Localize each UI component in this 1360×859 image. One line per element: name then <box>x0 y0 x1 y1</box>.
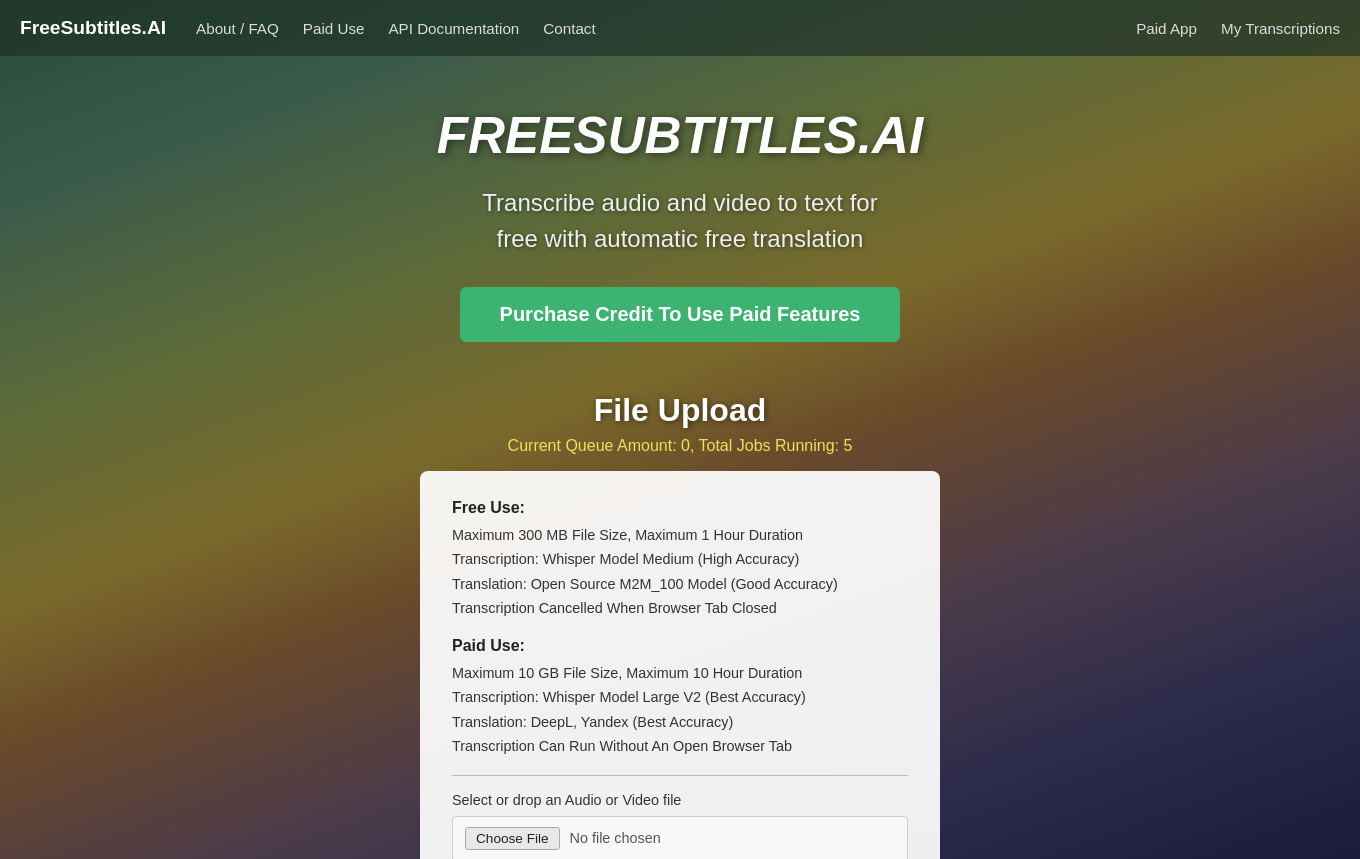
cta-purchase-button[interactable]: Purchase Credit To Use Paid Features <box>460 287 901 342</box>
hero-subtitle: Transcribe audio and video to text for f… <box>20 185 1340 257</box>
paid-use-detail-3: Translation: DeepL, Yandex (Best Accurac… <box>452 710 908 734</box>
file-upload-title: File Upload <box>20 392 1340 429</box>
nav-my-transcriptions[interactable]: My Transcriptions <box>1221 20 1340 37</box>
hero-subtitle-line1: Transcribe audio and video to text for <box>482 189 877 216</box>
paid-use-heading: Paid Use: <box>452 637 908 655</box>
navbar: FreeSubtitles.AI About / FAQ Paid Use AP… <box>0 0 1360 56</box>
free-use-detail-3: Translation: Open Source M2M_100 Model (… <box>452 572 908 596</box>
free-use-detail-2: Transcription: Whisper Model Medium (Hig… <box>452 547 908 571</box>
file-input-wrapper[interactable]: Choose File No file chosen <box>452 816 908 859</box>
file-upload-section: File Upload Current Queue Amount: 0, Tot… <box>0 372 1360 859</box>
divider <box>452 775 908 776</box>
brand-link[interactable]: FreeSubtitles.AI <box>20 17 166 39</box>
free-use-detail-4: Transcription Cancelled When Browser Tab… <box>452 596 908 620</box>
nav-api-docs[interactable]: API Documentation <box>388 20 519 37</box>
paid-use-detail-4: Transcription Can Run Without An Open Br… <box>452 734 908 758</box>
queue-info: Current Queue Amount: 0, Total Jobs Runn… <box>20 437 1340 455</box>
free-use-details: Maximum 300 MB File Size, Maximum 1 Hour… <box>452 523 908 621</box>
hero-section: FREESUBTITLES.AI Transcribe audio and vi… <box>0 56 1360 372</box>
nav-links-left: About / FAQ Paid Use API Documentation C… <box>196 20 1136 37</box>
upload-card: Free Use: Maximum 300 MB File Size, Maxi… <box>420 471 940 859</box>
nav-about[interactable]: About / FAQ <box>196 20 279 37</box>
file-select-label: Select or drop an Audio or Video file <box>452 792 908 808</box>
choose-file-button[interactable]: Choose File <box>465 827 560 850</box>
nav-paid-use[interactable]: Paid Use <box>303 20 365 37</box>
hero-subtitle-line2: free with automatic free translation <box>497 225 864 252</box>
no-file-text: No file chosen <box>570 830 661 846</box>
paid-use-detail-1: Maximum 10 GB File Size, Maximum 10 Hour… <box>452 661 908 685</box>
paid-use-details: Maximum 10 GB File Size, Maximum 10 Hour… <box>452 661 908 759</box>
nav-contact[interactable]: Contact <box>543 20 595 37</box>
nav-links-right: Paid App My Transcriptions <box>1136 20 1340 37</box>
free-use-heading: Free Use: <box>452 499 908 517</box>
nav-paid-app[interactable]: Paid App <box>1136 20 1197 37</box>
hero-title: FREESUBTITLES.AI <box>20 106 1340 165</box>
paid-use-detail-2: Transcription: Whisper Model Large V2 (B… <box>452 685 908 709</box>
free-use-detail-1: Maximum 300 MB File Size, Maximum 1 Hour… <box>452 523 908 547</box>
